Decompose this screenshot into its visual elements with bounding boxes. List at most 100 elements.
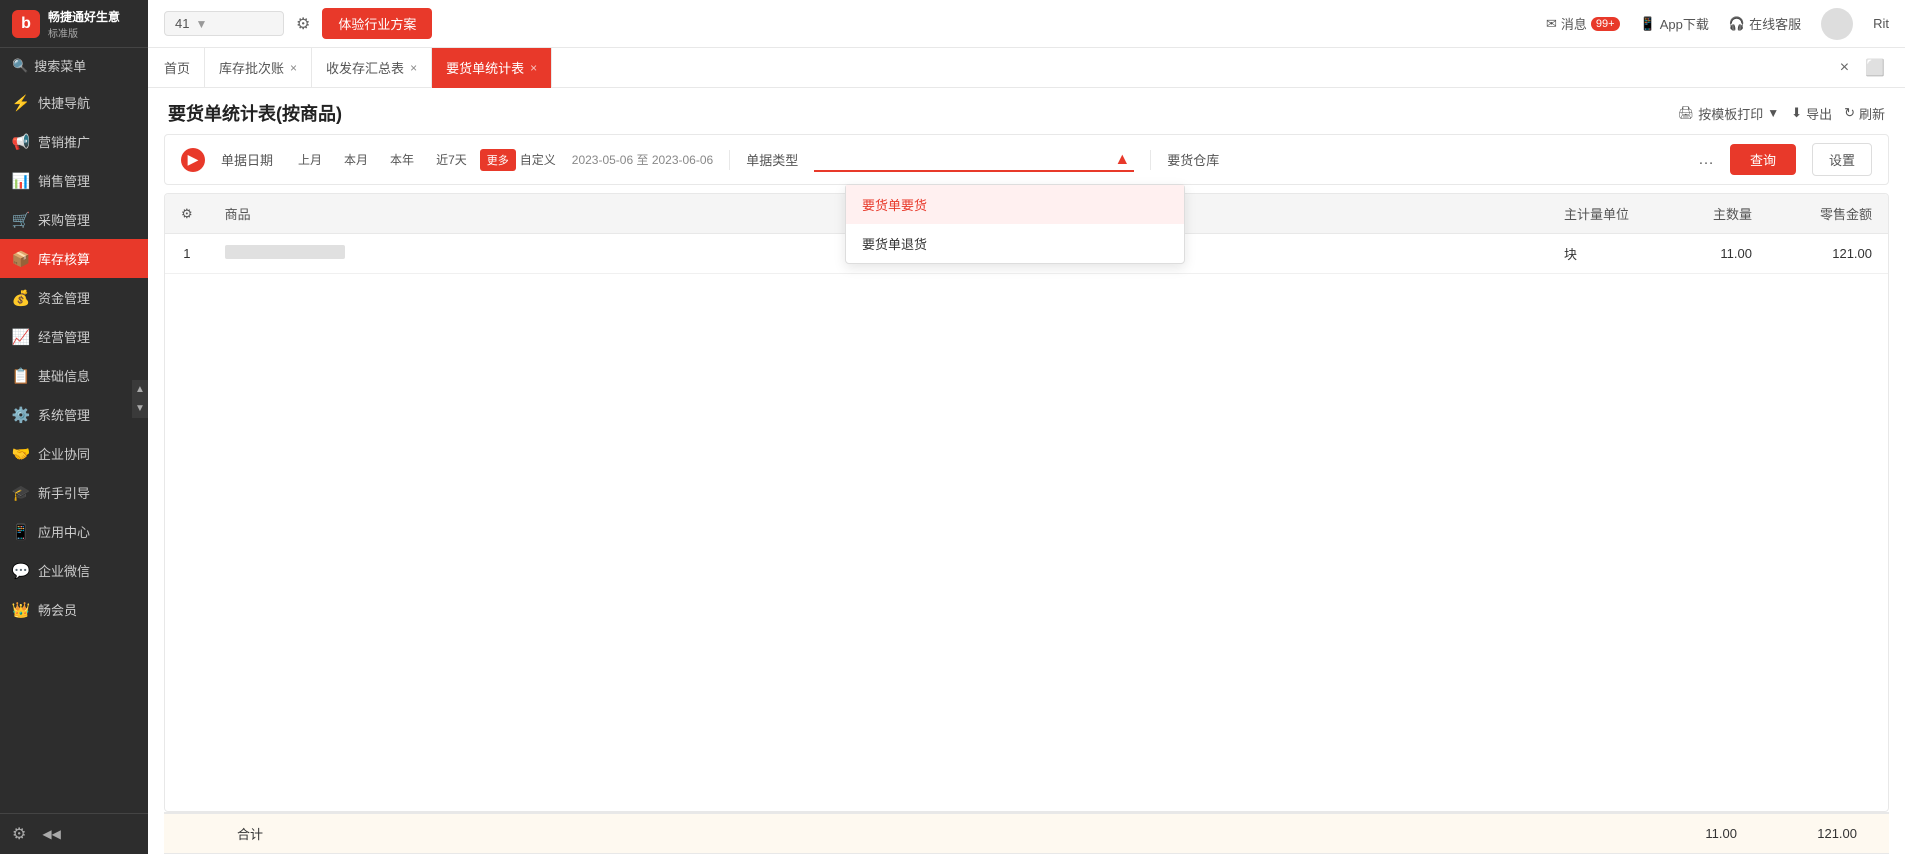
type-select-arrow[interactable]: ▲ — [1114, 151, 1130, 169]
marketing-icon: 📢 — [12, 133, 30, 151]
maximize-button[interactable]: ⬜ — [1861, 58, 1889, 78]
dropdown-option-order[interactable]: 要货单要货 — [846, 185, 1184, 224]
store-name: 41 — [175, 16, 189, 31]
sidebar-item-marketing[interactable]: 📢 营销推广 — [0, 122, 148, 161]
sidebar-bottom: ⚙ ◀◀ — [0, 813, 148, 854]
quick-icon: ⚡ — [12, 94, 30, 112]
page-title: 要货单统计表(按商品) — [168, 100, 342, 126]
date-range-display: 2023-05-06 至 2023-06-06 — [572, 151, 713, 168]
type-label: 单据类型 — [746, 150, 798, 169]
row-amount: 121.00 — [1768, 234, 1888, 274]
sidebar-item-wechat[interactable]: 💬 企业微信 — [0, 551, 148, 590]
type-dropdown: 要货单要货 要货单退货 — [845, 184, 1185, 264]
tab-inventory-batch[interactable]: 库存批次账 × — [205, 48, 312, 88]
user-avatar[interactable] — [1821, 8, 1853, 40]
headset-icon: 🎧 — [1729, 16, 1745, 32]
industry-button[interactable]: 体验行业方案 — [322, 8, 432, 39]
column-settings-icon[interactable]: ⚙ — [181, 206, 193, 221]
sidebar-item-appstore[interactable]: 📱 应用中心 — [0, 512, 148, 551]
messages-badge: 99+ — [1591, 17, 1620, 31]
print-button[interactable]: 🖨 按模板打印 ▼ — [1678, 104, 1779, 123]
filter-expand-button[interactable]: ▶ — [181, 148, 205, 172]
warehouse-input[interactable] — [1235, 148, 1682, 171]
collapse-icon[interactable]: ◀◀ — [42, 827, 60, 841]
date-btn-more[interactable]: 更多 — [480, 149, 516, 171]
filter-bar: ▶ 单据日期 上月 本月 本年 近7天 更多 自定义 2023-05-06 至 … — [164, 134, 1889, 185]
footer-total-label: 合计 — [220, 824, 280, 843]
settings-filter-button[interactable]: 设置 — [1812, 143, 1872, 176]
tab-close-summary[interactable]: × — [410, 61, 417, 75]
username: Rit — [1873, 16, 1889, 31]
tab-close-order-stats[interactable]: × — [530, 61, 537, 75]
filter-more-button[interactable]: … — [1698, 151, 1714, 169]
refresh-button[interactable]: ↻ 刷新 — [1844, 104, 1885, 123]
print-icon: 🖨 — [1678, 105, 1695, 121]
row-num: 1 — [165, 234, 209, 274]
header-online-service[interactable]: 🎧 在线客服 — [1729, 14, 1801, 33]
appstore-icon: 📱 — [12, 523, 30, 541]
sidebar-item-inventory[interactable]: 📦 库存核算 — [0, 239, 148, 278]
purchase-icon: 🛒 — [12, 211, 30, 229]
col-header-qty: 主数量 — [1648, 194, 1768, 234]
header-messages[interactable]: ✉ 消息 99+ — [1546, 14, 1620, 33]
date-btn-this-year[interactable]: 本年 — [381, 148, 423, 171]
row-qty: 11.00 — [1648, 234, 1768, 274]
tab-home[interactable]: 首页 — [164, 48, 205, 88]
export-button[interactable]: ⬇ 导出 — [1791, 104, 1832, 123]
sidebar-scroll: ▲ ▼ — [132, 380, 148, 418]
sidebar-item-search[interactable]: 🔍 搜索菜单 — [0, 48, 148, 83]
date-btn-custom[interactable]: 自定义 — [520, 151, 556, 168]
sidebar-item-purchase[interactable]: 🛒 采购管理 — [0, 200, 148, 239]
header-settings-icon[interactable]: ⚙ — [296, 14, 310, 34]
close-all-tabs-button[interactable]: × — [1836, 59, 1853, 77]
filter-divider-1 — [729, 150, 730, 170]
scroll-down-arrow[interactable]: ▼ — [135, 403, 145, 414]
sidebar-item-system[interactable]: ⚙️ 系统管理 — [0, 395, 148, 434]
date-btn-this-month[interactable]: 本月 — [335, 148, 377, 171]
col-header-settings: ⚙ — [165, 194, 209, 234]
business-icon: 📈 — [12, 328, 30, 346]
refresh-icon: ↻ — [1844, 105, 1855, 121]
settings-bottom-icon[interactable]: ⚙ — [12, 824, 26, 844]
page-header: 要货单统计表(按商品) 🖨 按模板打印 ▼ ⬇ 导出 ↻ 刷新 — [148, 88, 1905, 134]
data-table: ⚙ 商品 主计量单位 主数量 零售金额 — [164, 193, 1889, 812]
type-select-input[interactable] — [814, 147, 1134, 172]
system-icon: ⚙️ — [12, 406, 30, 424]
main: 41 ▼ ⚙ 体验行业方案 ✉ 消息 99+ 📱 App下载 🎧 在线客服 Ri… — [148, 0, 1905, 854]
header-app-download[interactable]: 📱 App下载 — [1640, 14, 1709, 33]
basic-icon: 📋 — [12, 367, 30, 385]
newbie-icon: 🎓 — [12, 484, 30, 502]
date-btn-7days[interactable]: 近7天 — [427, 148, 476, 171]
sidebar-item-business[interactable]: 📈 经营管理 — [0, 317, 148, 356]
tabs-bar: 首页 库存批次账 × 收发存汇总表 × 要货单统计表 × × ⬜ — [148, 48, 1905, 88]
col-header-unit: 主计量单位 — [1548, 194, 1648, 234]
tab-order-stats[interactable]: 要货单统计表 × — [432, 48, 552, 88]
date-shortcuts: 上月 本月 本年 近7天 更多 自定义 — [289, 148, 556, 171]
search-icon: 🔍 — [12, 58, 28, 74]
print-dropdown-icon: ▼ — [1767, 106, 1779, 120]
query-button[interactable]: 查询 — [1730, 144, 1796, 175]
message-icon: ✉ — [1546, 16, 1557, 32]
sidebar-item-newbie[interactable]: 🎓 新手引导 — [0, 473, 148, 512]
store-selector[interactable]: 41 ▼ — [164, 11, 284, 36]
date-btn-prev-month[interactable]: 上月 — [289, 148, 331, 171]
tab-close-inventory[interactable]: × — [290, 61, 297, 75]
filter-divider-2 — [1150, 150, 1151, 170]
goods-name-placeholder — [225, 245, 345, 259]
logo-text: 畅捷通好生意 标准版 — [48, 8, 120, 40]
footer-total-amount: 121.00 — [1753, 826, 1873, 841]
sidebar-item-collab[interactable]: 🤝 企业协同 — [0, 434, 148, 473]
date-label: 单据日期 — [221, 150, 273, 169]
page-content: 要货单统计表(按商品) 🖨 按模板打印 ▼ ⬇ 导出 ↻ 刷新 ▶ — [148, 88, 1905, 854]
phone-icon: 📱 — [1640, 16, 1656, 32]
sidebar-item-sales[interactable]: 📊 销售管理 — [0, 161, 148, 200]
sidebar-item-quick[interactable]: ⚡ 快捷导航 — [0, 83, 148, 122]
sidebar-item-member[interactable]: 👑 畅会员 — [0, 590, 148, 629]
dropdown-option-return[interactable]: 要货单退货 — [846, 224, 1184, 263]
sidebar-item-basic[interactable]: 📋 基础信息 — [0, 356, 148, 395]
sales-icon: 📊 — [12, 172, 30, 190]
tab-summary[interactable]: 收发存汇总表 × — [312, 48, 432, 88]
scroll-up-arrow[interactable]: ▲ — [135, 384, 145, 395]
tabs-controls: × ⬜ — [1836, 58, 1889, 78]
sidebar-item-finance[interactable]: 💰 资金管理 — [0, 278, 148, 317]
